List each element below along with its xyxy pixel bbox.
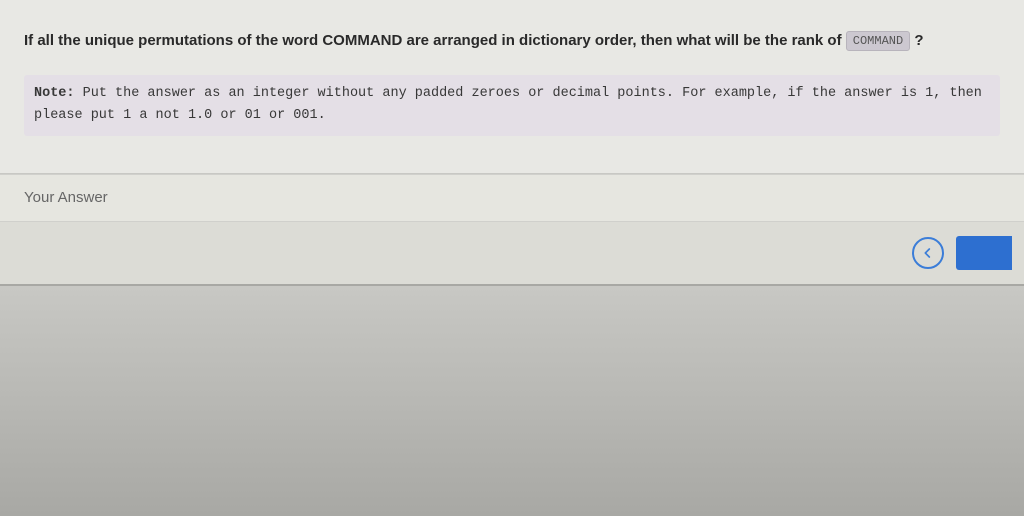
answer-input[interactable] (24, 189, 1000, 206)
question-text: If all the unique permutations of the wo… (24, 30, 1000, 53)
question-prefix: If all the unique permutations of the wo… (24, 32, 846, 49)
note-bad2: 01 (245, 108, 261, 123)
question-area: If all the unique permutations of the wo… (0, 0, 1024, 154)
word-badge: COMMAND (846, 31, 910, 51)
note-label: Note: (34, 86, 75, 101)
note-end: . (318, 108, 326, 123)
arrow-left-icon (920, 245, 936, 261)
submit-button[interactable] (956, 236, 1012, 270)
note-part3: a not (131, 108, 188, 123)
button-row (0, 222, 1024, 286)
note-bad3: 001 (293, 108, 317, 123)
back-button[interactable] (912, 237, 944, 269)
note-or1: or (212, 108, 244, 123)
question-suffix: ? (914, 32, 923, 49)
note-block: Note: Put the answer as an integer witho… (24, 75, 1000, 137)
note-or2: or (261, 108, 293, 123)
note-part1: Put the answer as an integer without any… (75, 86, 926, 101)
lower-empty-area (0, 286, 1024, 516)
divider (0, 154, 1024, 174)
answer-row (0, 174, 1024, 222)
note-bad1: 1.0 (188, 108, 212, 123)
